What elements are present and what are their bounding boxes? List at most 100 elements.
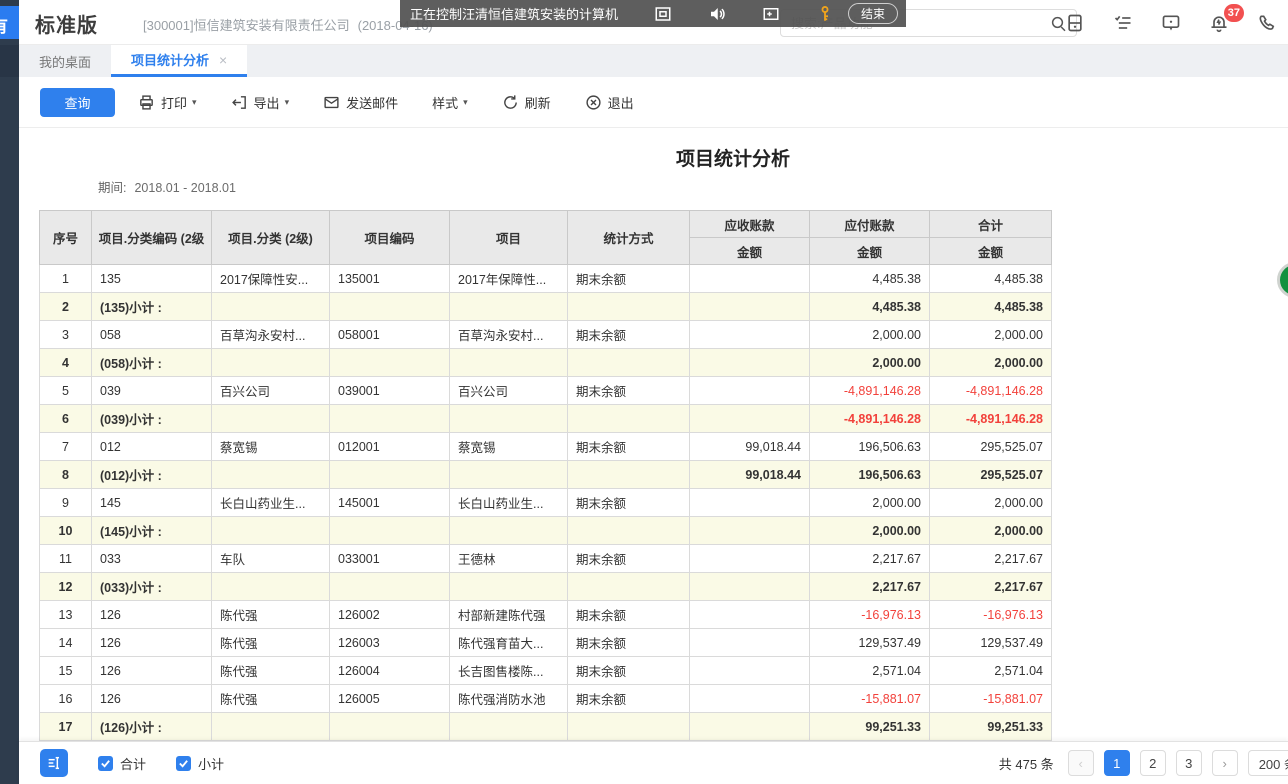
end-remote-button[interactable]: 结束 xyxy=(847,3,898,24)
table-cell[interactable] xyxy=(329,460,450,489)
print-button[interactable]: 打印 ▾ xyxy=(138,93,197,112)
table-cell[interactable] xyxy=(449,712,568,741)
table-cell[interactable] xyxy=(211,712,330,741)
table-cell[interactable]: 99,018.44 xyxy=(689,432,810,461)
table-cell[interactable]: 村部新建陈代强 xyxy=(449,600,568,629)
refresh-button[interactable]: 刷新 xyxy=(502,93,551,112)
table-cell[interactable]: 百兴公司 xyxy=(449,376,568,405)
table-cell[interactable]: 陈代强 xyxy=(211,684,330,713)
table-cell[interactable] xyxy=(689,320,810,349)
table-cell[interactable]: -15,881.07 xyxy=(929,684,1052,713)
page-button-3[interactable]: 3 xyxy=(1175,750,1202,776)
table-cell[interactable]: 期末余额 xyxy=(567,488,690,517)
table-cell[interactable]: 2017保障性安... xyxy=(211,264,330,293)
table-cell[interactable]: 126 xyxy=(91,628,212,657)
table-cell[interactable]: 15 xyxy=(39,656,92,685)
calculator-icon[interactable] xyxy=(1064,12,1086,34)
table-cell[interactable] xyxy=(689,628,810,657)
table-cell[interactable] xyxy=(329,404,450,433)
export-button[interactable]: 导出 ▾ xyxy=(231,93,289,112)
table-cell[interactable]: 126005 xyxy=(329,684,450,713)
table-cell[interactable]: 陈代强育苗大... xyxy=(449,628,568,657)
table-cell[interactable] xyxy=(211,460,330,489)
table-cell[interactable]: 陈代强 xyxy=(211,628,330,657)
table-cell[interactable] xyxy=(449,460,568,489)
table-cell[interactable] xyxy=(689,600,810,629)
table-cell[interactable]: 2,217.67 xyxy=(809,572,930,601)
table-cell[interactable]: 期末余额 xyxy=(567,320,690,349)
table-row[interactable]: 11 033 车队 033001 王德林 期末余额 2,217.67 2,217.67 xyxy=(39,544,1052,573)
table-cell[interactable]: 1 xyxy=(39,264,92,293)
table-cell[interactable]: 012001 xyxy=(329,432,450,461)
table-cell[interactable]: -16,976.13 xyxy=(929,600,1052,629)
table-cell[interactable]: 2,571.04 xyxy=(809,656,930,685)
table-cell[interactable]: (033)小计 : xyxy=(91,572,212,601)
table-cell[interactable]: 期末余额 xyxy=(567,628,690,657)
table-cell[interactable]: 2,000.00 xyxy=(809,488,930,517)
table-cell[interactable]: 车队 xyxy=(211,544,330,573)
table-cell[interactable]: 蔡宽锡 xyxy=(211,432,330,461)
table-cell[interactable]: (012)小计 : xyxy=(91,460,212,489)
table-cell[interactable]: 7 xyxy=(39,432,92,461)
table-cell[interactable] xyxy=(567,292,690,321)
table-cell[interactable] xyxy=(449,572,568,601)
table-cell[interactable]: 期末余额 xyxy=(567,544,690,573)
table-cell[interactable]: 11 xyxy=(39,544,92,573)
table-cell[interactable] xyxy=(689,656,810,685)
table-cell[interactable] xyxy=(689,488,810,517)
table-cell[interactable] xyxy=(689,264,810,293)
table-cell[interactable]: 16 xyxy=(39,684,92,713)
table-cell[interactable]: 14 xyxy=(39,628,92,657)
table-cell[interactable]: 2,000.00 xyxy=(809,320,930,349)
table-cell[interactable] xyxy=(689,404,810,433)
subtotal-row[interactable]: 8 (012)小计 : 99,018.44 196,506.63 295,525.07 xyxy=(39,460,1052,489)
table-cell[interactable]: 17 xyxy=(39,712,92,741)
feedback-chat-icon[interactable] xyxy=(1160,12,1182,34)
table-cell[interactable]: (126)小计 : xyxy=(91,712,212,741)
table-cell[interactable]: 126 xyxy=(91,600,212,629)
table-cell[interactable]: 10 xyxy=(39,516,92,545)
table-cell[interactable]: 126003 xyxy=(329,628,450,657)
table-cell[interactable]: (058)小计 : xyxy=(91,348,212,377)
table-cell[interactable]: 8 xyxy=(39,460,92,489)
table-cell[interactable] xyxy=(689,712,810,741)
table-cell[interactable]: 4,485.38 xyxy=(809,264,930,293)
table-row[interactable]: 9 145 长白山药业生... 145001 长白山药业生... 期末余额 2,000.00… xyxy=(39,488,1052,517)
table-cell[interactable]: 13 xyxy=(39,600,92,629)
table-cell[interactable] xyxy=(689,292,810,321)
key-icon[interactable] xyxy=(816,5,834,23)
table-cell[interactable]: 3 xyxy=(39,320,92,349)
table-cell[interactable] xyxy=(689,684,810,713)
table-cell[interactable]: -4,891,146.28 xyxy=(929,404,1052,433)
tab-close-icon[interactable]: × xyxy=(219,52,227,68)
table-row[interactable]: 16 126 陈代强 126005 陈代强消防水池 期末余额 -15,881.07 -15,8… xyxy=(39,684,1052,713)
table-cell[interactable]: 期末余额 xyxy=(567,376,690,405)
table-cell[interactable]: 033 xyxy=(91,544,212,573)
table-cell[interactable]: -4,891,146.28 xyxy=(809,404,930,433)
table-cell[interactable]: 2,000.00 xyxy=(809,516,930,545)
table-cell[interactable]: 126004 xyxy=(329,656,450,685)
table-cell[interactable]: 2,000.00 xyxy=(929,488,1052,517)
send-mail-button[interactable]: 发送邮件 xyxy=(323,93,398,112)
table-cell[interactable]: 王德林 xyxy=(449,544,568,573)
table-cell[interactable]: 2,000.00 xyxy=(929,348,1052,377)
table-cell[interactable]: 126 xyxy=(91,656,212,685)
table-cell[interactable]: 99,251.33 xyxy=(929,712,1052,741)
table-cell[interactable]: (145)小计 : xyxy=(91,516,212,545)
table-cell[interactable]: 295,525.07 xyxy=(929,432,1052,461)
tab-my-desktop[interactable]: 我的桌面 xyxy=(19,45,111,77)
table-cell[interactable] xyxy=(449,516,568,545)
table-cell[interactable]: 129,537.49 xyxy=(929,628,1052,657)
table-cell[interactable]: 129,537.49 xyxy=(809,628,930,657)
table-cell[interactable]: 2,000.00 xyxy=(929,516,1052,545)
table-cell[interactable]: 145001 xyxy=(329,488,450,517)
table-cell[interactable]: 百草沟永安村... xyxy=(211,320,330,349)
notification-bell-icon[interactable]: 37 xyxy=(1208,3,1244,34)
table-cell[interactable]: 期末余额 xyxy=(567,600,690,629)
table-cell[interactable]: 2,571.04 xyxy=(929,656,1052,685)
table-cell[interactable]: 039 xyxy=(91,376,212,405)
table-cell[interactable]: -15,881.07 xyxy=(809,684,930,713)
prev-page-button[interactable]: ‹ xyxy=(1067,750,1094,776)
column-settings-button[interactable] xyxy=(40,749,68,777)
page-button-1[interactable]: 1 xyxy=(1103,750,1130,776)
